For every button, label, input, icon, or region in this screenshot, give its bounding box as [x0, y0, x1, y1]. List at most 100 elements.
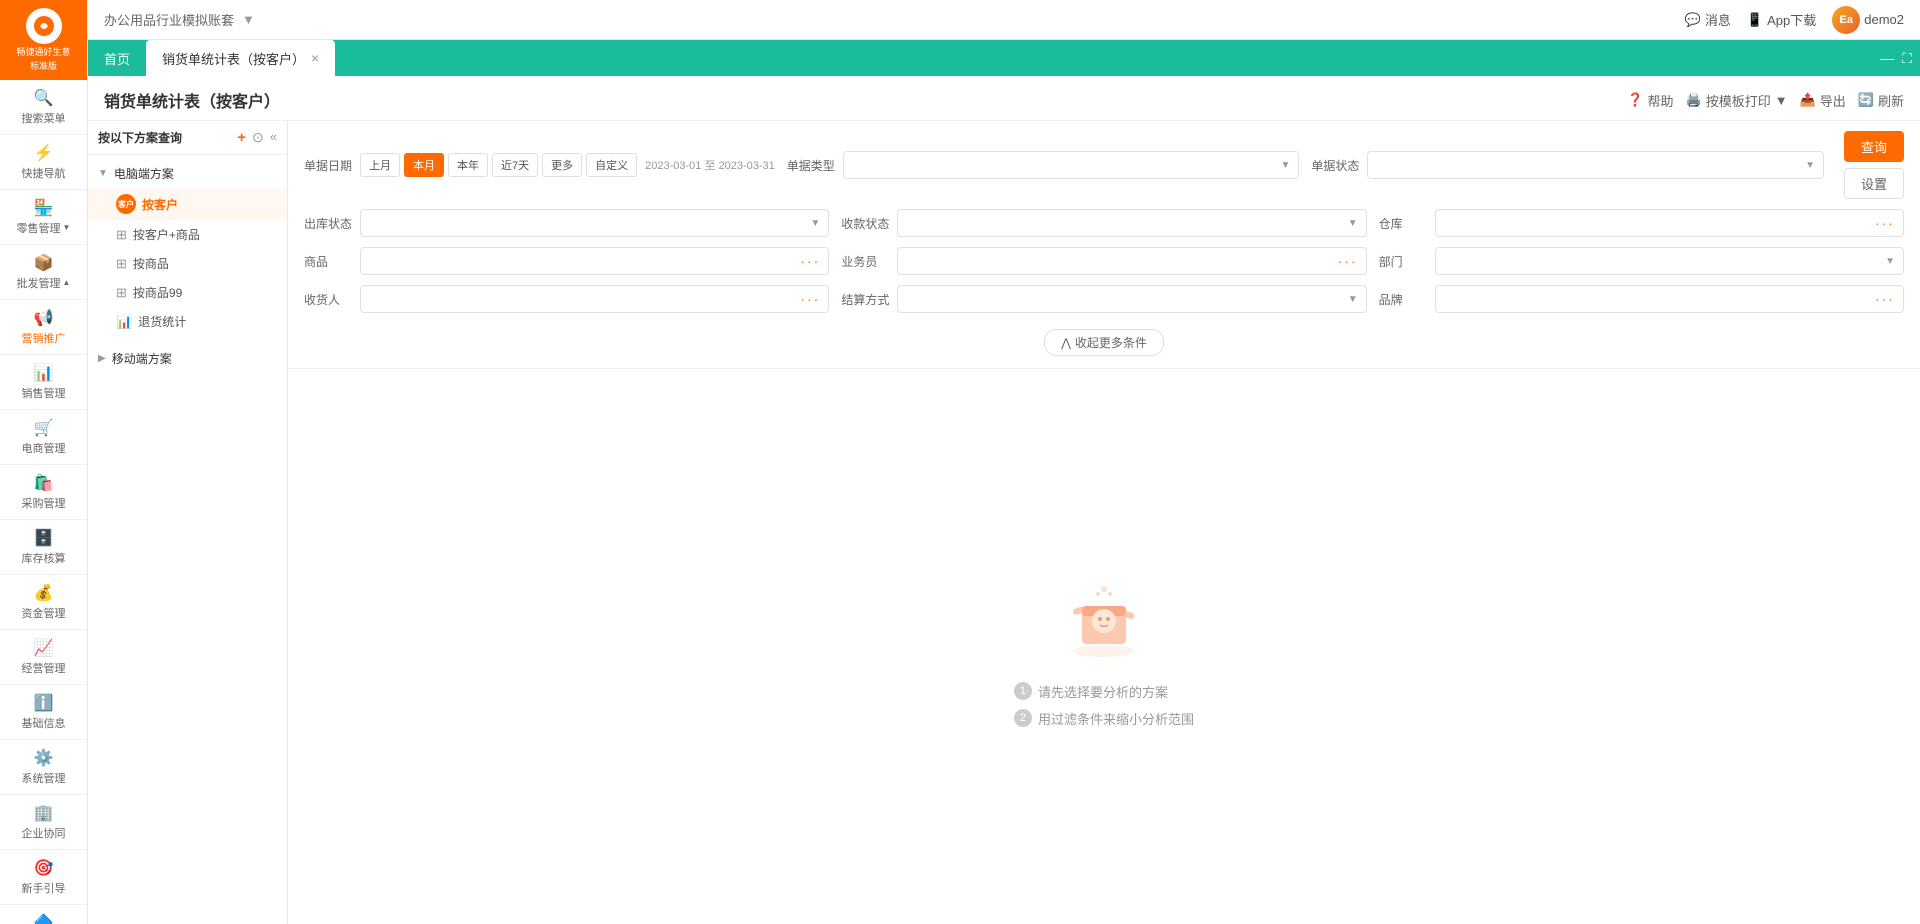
doc-type-control[interactable]: ▼	[843, 151, 1300, 179]
scheme-settings-btn[interactable]: ⊙	[252, 129, 264, 146]
tab-close-icon[interactable]: ×	[311, 50, 319, 66]
tab-sales-report[interactable]: 销货单统计表（按客户） ×	[146, 40, 335, 76]
help-label: 帮助	[1648, 91, 1674, 110]
sidebar-item-inventory[interactable]: 🗄️ 库存核算	[0, 520, 87, 575]
warehouse-label: 仓库	[1379, 215, 1429, 232]
receive-status-label: 收款状态	[841, 215, 891, 232]
export-label: 导出	[1820, 91, 1846, 110]
left-panel-title: 按以下方案查询	[98, 129, 182, 146]
tree-section-mobile-header[interactable]: ▶ 移动端方案	[88, 344, 287, 373]
sidebar-item-marketing[interactable]: 📢 营销推广	[0, 300, 87, 355]
warehouse-control[interactable]: ···	[1435, 209, 1904, 237]
sidebar-item-finance[interactable]: 💰 资金管理	[0, 575, 87, 630]
settlement-control[interactable]: ▼	[897, 285, 1366, 313]
doc-type-label: 单据类型	[787, 157, 837, 174]
scheme-by-customer[interactable]: 客户 按客户	[88, 188, 287, 220]
sidebar-item-search[interactable]: 🔍 搜索菜单	[0, 80, 87, 135]
desktop-section-label: 电脑端方案	[114, 165, 174, 182]
tab-home[interactable]: 首页	[88, 40, 146, 76]
action-buttons: 查询 设置	[1844, 131, 1904, 199]
user-profile[interactable]: Ea demo2	[1832, 6, 1904, 34]
doc-status-control[interactable]: ▼	[1367, 151, 1824, 179]
date-more-btn[interactable]: 更多	[542, 153, 582, 177]
scheme-by-product[interactable]: ⊞ 按商品	[88, 249, 287, 278]
dept-label: 部门	[1379, 253, 1429, 270]
filter-item-date: 单据日期 上月 本月 本年 近7天 更多 自定义 2023-03-01 至 20…	[304, 153, 775, 177]
sidebar-item-quicknav[interactable]: ⚡ 快捷导航	[0, 135, 87, 190]
settlement-label: 结算方式	[841, 291, 891, 308]
scheme-customer-product[interactable]: ⊞ 按客户+商品	[88, 220, 287, 249]
enterprise-icon: 🏢	[34, 803, 54, 823]
settings-btn[interactable]: 设置	[1844, 168, 1904, 199]
receiver-control[interactable]: ···	[360, 285, 829, 313]
tab-maximize-icon[interactable]: ⛶	[1902, 50, 1912, 67]
brand-control[interactable]: ···	[1435, 285, 1904, 313]
export-btn[interactable]: 📤 导出	[1800, 91, 1846, 110]
doc-status-label: 单据状态	[1311, 157, 1361, 174]
sidebar-item-ecommerce[interactable]: 🛒 电商管理	[0, 410, 87, 465]
filter-item-brand: 品牌 ···	[1379, 285, 1904, 313]
date-last-7-days-btn[interactable]: 近7天	[492, 153, 538, 177]
sidebar-item-retail[interactable]: 🏪 零售管理 ▼	[0, 190, 87, 245]
filter-row-2: 出库状态 ▼ 收款状态 ▼	[304, 209, 1904, 237]
sidebar-item-newuser[interactable]: 🎯 新手引导	[0, 850, 87, 905]
tip-2-text: 用过滤条件来缩小分析范围	[1038, 709, 1194, 728]
purchase-icon: 🛍️	[34, 473, 54, 493]
receive-status-control[interactable]: ▼	[897, 209, 1366, 237]
business-icon: 📈	[34, 638, 54, 658]
template-print-btn[interactable]: 🖨️ 按模板打印 ▼	[1686, 91, 1788, 110]
message-btn[interactable]: 💬 消息	[1685, 10, 1731, 29]
collapse-filters-btn[interactable]: ⋀ 收起更多条件	[1044, 329, 1164, 356]
scheme-customer-product-label: 按客户+商品	[133, 226, 200, 243]
add-scheme-btn[interactable]: +	[237, 129, 246, 146]
scheme-by-product-label: 按商品	[133, 255, 169, 272]
scheme-return-stats[interactable]: 📊 退货统计	[88, 307, 287, 336]
sidebar-item-purchase[interactable]: 🛍️ 采购管理	[0, 465, 87, 520]
date-this-month-btn[interactable]: 本月	[404, 153, 444, 177]
sidebar-item-sales[interactable]: 📊 销售管理	[0, 355, 87, 410]
sidebar-item-business[interactable]: 📈 经营管理	[0, 630, 87, 685]
sidebar-item-basic[interactable]: ℹ️ 基础信息	[0, 685, 87, 740]
system-icon: ⚙️	[34, 748, 54, 768]
refresh-btn[interactable]: 🔄 刷新	[1858, 91, 1904, 110]
scheme-by-product-99[interactable]: ⊞ 按商品99	[88, 278, 287, 307]
out-status-label: 出库状态	[304, 215, 354, 232]
filter-item-doc-type: 单据类型 ▼	[787, 151, 1300, 179]
receive-status-arrow-icon: ▼	[1348, 218, 1358, 229]
tab-bar: 首页 销货单统计表（按客户） × — ⛶	[88, 40, 1920, 76]
salesperson-control[interactable]: ···	[897, 247, 1366, 275]
sidebar-item-enterprise[interactable]: 🏢 企业协同	[0, 795, 87, 850]
sidebar-item-wholesale[interactable]: 📦 批发管理 ▲	[0, 245, 87, 300]
date-this-year-btn[interactable]: 本年	[448, 153, 488, 177]
filter-item-receive-status: 收款状态 ▼	[841, 209, 1366, 237]
tree-section-desktop-header[interactable]: ▼ 电脑端方案	[88, 159, 287, 188]
query-btn[interactable]: 查询	[1844, 131, 1904, 162]
app-download-btn[interactable]: 📱 App下载	[1747, 10, 1816, 29]
tab-minimize-icon[interactable]: —	[1880, 50, 1894, 66]
sidebar-logo: 畅捷通好生意 标准版	[0, 0, 88, 80]
finance-icon: 💰	[34, 583, 54, 603]
empty-state: 1 请先选择要分析的方案 2 用过滤条件来缩小分析范围	[288, 369, 1920, 924]
print-icon: 🖨️	[1686, 92, 1702, 108]
out-status-control[interactable]: ▼	[360, 209, 829, 237]
date-last-month-btn[interactable]: 上月	[360, 153, 400, 177]
breadcrumb-arrow[interactable]: ▼	[242, 12, 255, 27]
salesperson-dots-icon: ···	[1338, 253, 1358, 269]
date-custom-btn[interactable]: 自定义	[586, 153, 637, 177]
sidebar-item-system[interactable]: ⚙️ 系统管理	[0, 740, 87, 795]
dept-arrow-icon: ▼	[1885, 256, 1895, 267]
sidebar-item-inventory-label: 库存核算	[22, 550, 66, 566]
sidebar-item-finance-label: 资金管理	[22, 605, 66, 621]
breadcrumb-text: 办公用品行业模拟账套	[104, 10, 234, 29]
empty-illustration	[1054, 566, 1154, 666]
help-btn[interactable]: ❓ 帮助	[1627, 91, 1673, 110]
product-control[interactable]: ···	[360, 247, 829, 275]
app-download-label: App下载	[1767, 10, 1816, 29]
sidebar-item-system-label: 系统管理	[22, 770, 66, 786]
sidebar-item-appcenter[interactable]: 🔷 应用中心	[0, 905, 87, 924]
panel-collapse-btn[interactable]: «	[270, 129, 277, 146]
scheme-by-customer-label: 按客户	[142, 196, 178, 213]
tab-actions: — ⛶	[1880, 50, 1920, 67]
dept-control[interactable]: ▼	[1435, 247, 1904, 275]
scheme-by-product-99-label: 按商品99	[133, 284, 182, 301]
